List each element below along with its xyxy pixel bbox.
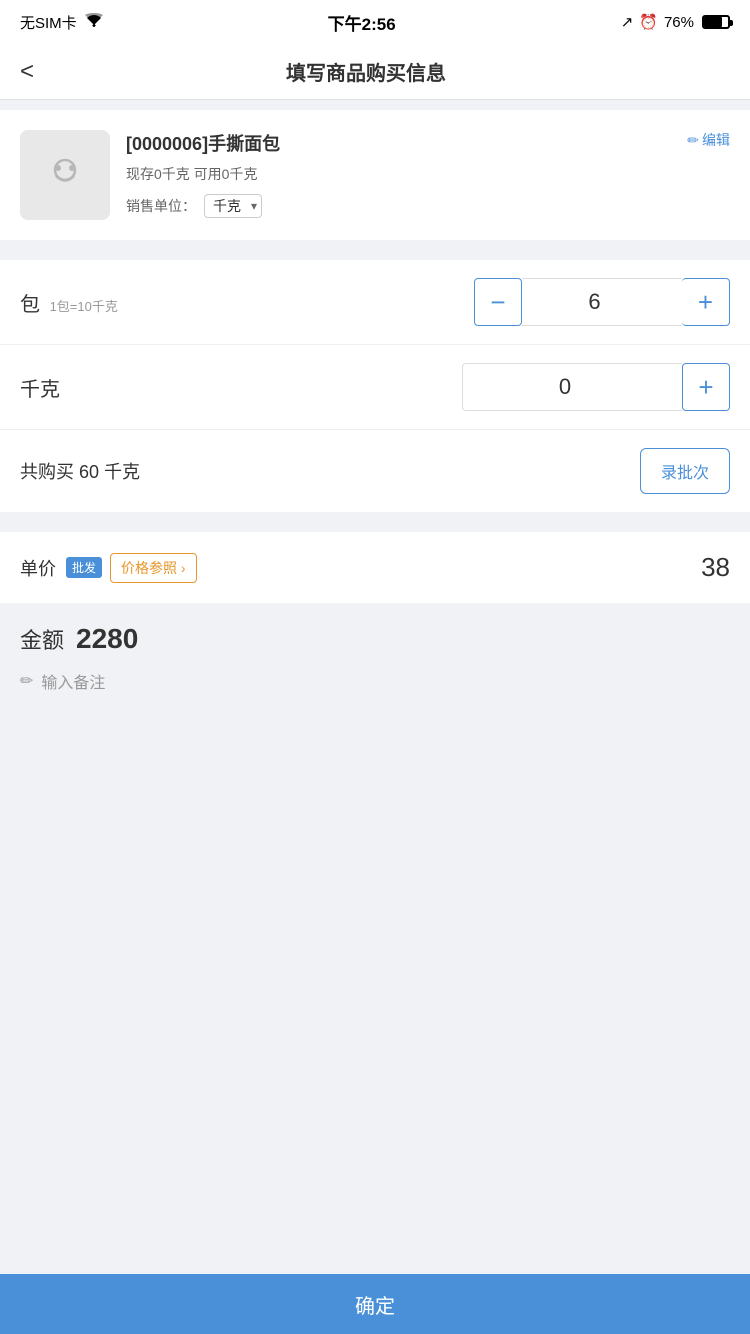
total-row: 共购买 60 千克 录批次	[0, 429, 750, 512]
quantity-row-bao: 包 1包=10千克 − +	[0, 260, 750, 345]
quantity-section: 包 1包=10千克 − + 千克 + 共购买 60 千克 录批次	[0, 260, 750, 512]
total-text: 共购买 60 千克	[20, 458, 640, 484]
amount-section: 金额 2280 ✏ 输入备注	[0, 603, 750, 1274]
plus-button-kg[interactable]: +	[682, 363, 730, 411]
divider-2	[0, 512, 750, 522]
price-label: 单价	[20, 555, 56, 581]
wifi-icon	[85, 13, 103, 31]
remark-text[interactable]: 输入备注	[41, 669, 105, 693]
confirm-button[interactable]: 确定	[0, 1274, 750, 1334]
status-bar: 无SIM卡 下午2:56 ↗ ⏰ 76%	[0, 0, 750, 44]
battery-percent: 76%	[664, 14, 694, 31]
quantity-input-bao[interactable]	[522, 278, 682, 326]
carrier-text: 无SIM卡	[20, 12, 77, 33]
quantity-hint-bao: 1包=10千克	[50, 299, 118, 314]
status-carrier: 无SIM卡	[20, 12, 103, 33]
quantity-controls-bao: − +	[474, 278, 730, 326]
quantity-row-kg: 千克 +	[0, 345, 750, 429]
unit-select[interactable]: 千克	[204, 194, 262, 218]
quantity-input-kg[interactable]	[462, 363, 682, 411]
product-image	[20, 130, 110, 220]
alarm-icon: ⏰	[639, 13, 658, 31]
quantity-controls-kg: +	[462, 363, 730, 411]
remark-row[interactable]: ✏ 输入备注	[20, 669, 730, 693]
edit-button[interactable]: ✏ 编辑	[687, 130, 730, 150]
price-tag: 批发	[66, 557, 102, 578]
product-section: [0000006]手撕面包 ✏ 编辑 现存0千克 可用0千克 销售单位： 千克	[0, 110, 750, 240]
product-name: [0000006]手撕面包	[126, 130, 280, 156]
product-unit-row: 销售单位： 千克	[126, 194, 730, 218]
batch-button[interactable]: 录批次	[640, 448, 730, 494]
nav-bar: < 填写商品购买信息	[0, 44, 750, 100]
amount-label: 金额	[20, 623, 64, 655]
price-section: 单价 批发 价格参照 › 38	[0, 532, 750, 603]
page-title: 填写商品购买信息	[42, 57, 690, 86]
quantity-label-bao: 包 1包=10千克	[20, 288, 118, 317]
unit-select-wrapper[interactable]: 千克	[204, 194, 262, 218]
pencil-icon: ✏	[20, 671, 33, 691]
plus-button-bao[interactable]: +	[682, 278, 730, 326]
product-stock: 现存0千克 可用0千克	[126, 164, 730, 184]
unit-label: 销售单位：	[126, 196, 196, 216]
back-button[interactable]: <	[12, 50, 42, 94]
amount-row: 金额 2280	[20, 623, 730, 655]
status-time: 下午2:56	[328, 10, 396, 35]
location-icon: ↗	[621, 13, 634, 31]
price-value: 38	[701, 552, 730, 583]
price-row: 单价 批发 价格参照 › 38	[0, 532, 750, 603]
divider-1	[0, 240, 750, 250]
product-info: [0000006]手撕面包 ✏ 编辑 现存0千克 可用0千克 销售单位： 千克	[126, 130, 730, 218]
quantity-label-kg: 千克	[20, 373, 100, 402]
price-ref-button[interactable]: 价格参照 ›	[110, 553, 197, 583]
battery-icon	[702, 15, 730, 29]
status-right: ↗ ⏰ 76%	[621, 13, 730, 31]
amount-value: 2280	[76, 623, 138, 655]
minus-button-bao[interactable]: −	[474, 278, 522, 326]
